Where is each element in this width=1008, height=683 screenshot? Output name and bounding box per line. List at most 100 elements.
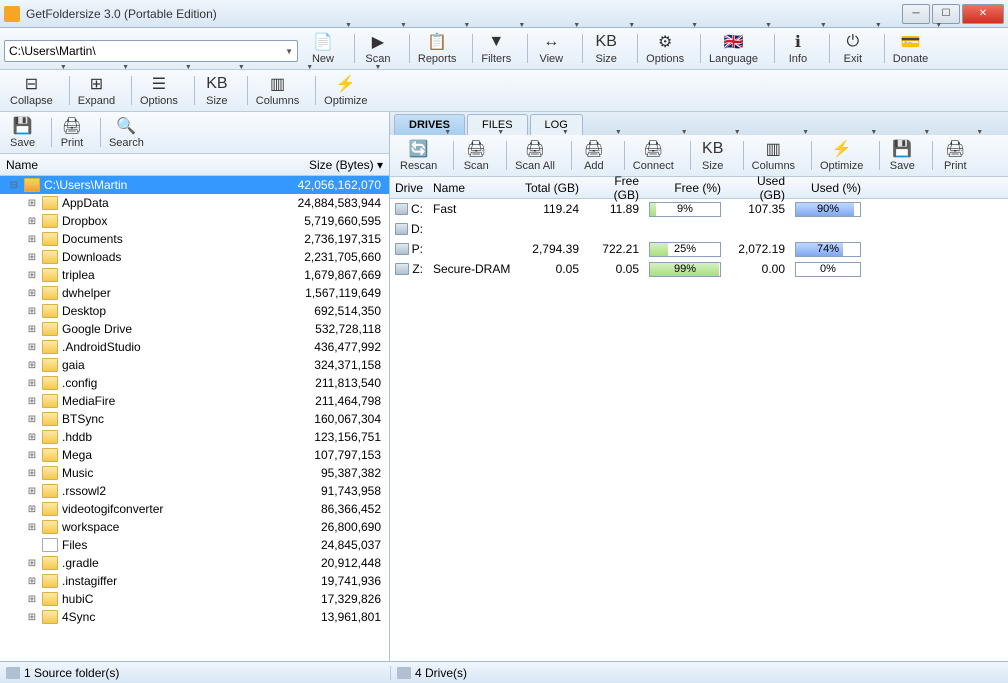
expand-icon[interactable]: ⊞ — [26, 378, 38, 389]
tree-row[interactable]: ⊞Downloads2,231,705,660 — [0, 248, 389, 266]
dropdown-arrow-icon[interactable]: ▼ — [122, 64, 129, 101]
dropdown-arrow-icon[interactable]: ▼ — [518, 22, 525, 59]
tree-row[interactable]: ⊞workspace26,800,690 — [0, 518, 389, 536]
scanall-button[interactable]: 🖨Scan All — [509, 137, 561, 174]
expand-icon[interactable]: ⊞ — [26, 288, 38, 299]
expand-icon[interactable]: ⊞ — [26, 558, 38, 569]
tab-log[interactable]: LOG — [530, 114, 583, 135]
close-button[interactable]: ✕ — [962, 4, 1004, 24]
expand-icon[interactable]: ⊞ — [26, 306, 38, 317]
save-button[interactable]: 💾Save — [4, 114, 41, 151]
dropdown-arrow-icon[interactable]: ▼ — [42, 112, 49, 143]
dropdown-arrow-icon[interactable]: ▼ — [400, 22, 407, 59]
tree-row[interactable]: ⊞dwhelper1,567,119,649 — [0, 284, 389, 302]
dropdown-arrow-icon[interactable]: ▼ — [870, 129, 877, 166]
expand-icon[interactable]: ⊞ — [26, 198, 38, 209]
expand-icon[interactable]: ⊞ — [26, 414, 38, 425]
tree-row[interactable]: ⊞.config211,813,540 — [0, 374, 389, 392]
tree-row[interactable]: ⊞.hddb123,156,751 — [0, 428, 389, 446]
options2-button[interactable]: ☰Options — [134, 72, 184, 109]
column-header-used[interactable]: Used (GB) — [726, 174, 790, 202]
print-button[interactable]: 🖨Print — [54, 114, 90, 151]
expand-icon[interactable]: ⊞ — [26, 252, 38, 263]
tree-row[interactable]: Files24,845,037 — [0, 536, 389, 554]
tree-row[interactable]: ⊞gaia324,371,158 — [0, 356, 389, 374]
expand-icon[interactable]: ⊞ — [26, 576, 38, 587]
tree-row[interactable]: ⊞.rssowl291,743,958 — [0, 482, 389, 500]
dropdown-arrow-icon[interactable]: ▼ — [238, 64, 245, 101]
collapse-button[interactable]: ⊟Collapse — [4, 72, 59, 109]
drive-body[interactable]: C:Fast119.2411.899%107.3590%D:P:2,794.39… — [390, 199, 1008, 661]
dropdown-arrow-icon[interactable]: ▼ — [765, 22, 772, 59]
columns2-button[interactable]: ▥Columns — [746, 137, 801, 174]
tree-row[interactable]: ⊞Documents2,736,197,315 — [0, 230, 389, 248]
new-button[interactable]: 📄New — [302, 30, 344, 67]
expand-icon[interactable]: ⊞ — [26, 486, 38, 497]
dropdown-arrow-icon[interactable]: ▼ — [91, 112, 98, 143]
dropdown-arrow-icon[interactable]: ▼ — [463, 22, 470, 59]
scan2-button[interactable]: 🖨Scan — [456, 137, 496, 174]
dropdown-arrow-icon[interactable]: ▼ — [691, 22, 698, 59]
print2-button[interactable]: 🖨Print — [935, 137, 975, 174]
tree-row[interactable]: ⊞videotogifconverter86,366,452 — [0, 500, 389, 518]
dropdown-arrow-icon[interactable]: ▼ — [681, 129, 688, 166]
dropdown-arrow-icon[interactable]: ▼ — [562, 129, 569, 166]
filters-button[interactable]: ▼Filters — [475, 30, 517, 67]
optimize2-button[interactable]: ⚡Optimize — [814, 137, 869, 174]
tree-row[interactable]: ⊞4Sync13,961,801 — [0, 608, 389, 626]
search-button[interactable]: 🔍Search — [103, 114, 150, 151]
tree-body[interactable]: ⊟C:\Users\Martin42,056,162,070⊞AppData24… — [0, 176, 389, 661]
info-button[interactable]: ℹInfo — [777, 30, 819, 67]
tree-row[interactable]: ⊞Google Drive532,728,118 — [0, 320, 389, 338]
expand-icon[interactable]: ⊞ — [26, 324, 38, 335]
expand-icon[interactable]: ⊞ — [26, 360, 38, 371]
expand-icon[interactable]: ⊞ — [26, 396, 38, 407]
exit-button[interactable]: ⏻Exit — [832, 30, 874, 67]
expand-button[interactable]: ⊞Expand — [72, 72, 121, 109]
expand-icon[interactable]: ⊞ — [26, 504, 38, 515]
drive-row[interactable]: Z:Secure-DRAM0.050.0599%0.000% — [390, 259, 1008, 279]
size3-button[interactable]: KBSize — [693, 137, 733, 174]
dropdown-arrow-icon[interactable]: ▼ — [615, 129, 622, 166]
dropdown-arrow-icon[interactable]: ▼ — [820, 22, 827, 59]
expand-icon[interactable]: ⊞ — [26, 450, 38, 461]
column-header-drive[interactable]: Drive — [390, 181, 428, 195]
column-header-name[interactable]: Name — [0, 158, 279, 172]
dropdown-arrow-icon[interactable]: ▼ — [185, 64, 192, 101]
tree-row[interactable]: ⊞.instagiffer19,741,936 — [0, 572, 389, 590]
expand-icon[interactable]: ⊞ — [26, 216, 38, 227]
column-header-total[interactable]: Total (GB) — [520, 181, 584, 195]
tree-row[interactable]: ⊞Music95,387,382 — [0, 464, 389, 482]
minimize-button[interactable]: ─ — [902, 4, 930, 24]
tree-row[interactable]: ⊞hubiC17,329,826 — [0, 590, 389, 608]
path-combo[interactable]: C:\Users\Martin\ ▼ — [4, 40, 298, 62]
dropdown-arrow-icon[interactable]: ▼ — [306, 64, 313, 101]
tree-row[interactable]: ⊞Dropbox5,719,660,595 — [0, 212, 389, 230]
language-button[interactable]: 🇬🇧Language — [703, 30, 764, 67]
drive-row[interactable]: P:2,794.39722.2125%2,072.1974% — [390, 239, 1008, 259]
dropdown-arrow-icon[interactable]: ▼ — [628, 22, 635, 59]
save2-button[interactable]: 💾Save — [882, 137, 922, 174]
tree-row[interactable]: ⊞Mega107,797,153 — [0, 446, 389, 464]
expand-icon[interactable]: ⊞ — [26, 612, 38, 623]
column-header-usedpct[interactable]: Used (%) — [790, 181, 866, 195]
tree-row[interactable]: ⊞AppData24,884,583,944 — [0, 194, 389, 212]
dropdown-arrow-icon[interactable]: ▼ — [802, 129, 809, 166]
drive-row[interactable]: D: — [390, 219, 1008, 239]
dropdown-arrow-icon[interactable]: ▼ — [573, 22, 580, 59]
tree-row[interactable]: ⊞MediaFire211,464,798 — [0, 392, 389, 410]
tree-row[interactable]: ⊞.AndroidStudio436,477,992 — [0, 338, 389, 356]
dropdown-arrow-icon[interactable]: ▼ — [976, 129, 983, 166]
drive-row[interactable]: C:Fast119.2411.899%107.3590% — [390, 199, 1008, 219]
tab-drives[interactable]: DRIVES — [394, 114, 465, 135]
donate-button[interactable]: 💳Donate — [887, 30, 934, 67]
size2-button[interactable]: KBSize — [197, 72, 237, 109]
dropdown-arrow-icon[interactable]: ▼ — [151, 112, 158, 143]
expand-icon[interactable]: ⊞ — [26, 522, 38, 533]
dropdown-arrow-icon[interactable]: ▼ — [923, 129, 930, 166]
column-header-name[interactable]: Name — [428, 181, 520, 195]
columns-button[interactable]: ▥Columns — [250, 72, 305, 109]
expand-icon[interactable]: ⊞ — [26, 234, 38, 245]
dropdown-arrow-icon[interactable]: ▼ — [734, 129, 741, 166]
column-header-freepct[interactable]: Free (%) — [644, 181, 726, 195]
